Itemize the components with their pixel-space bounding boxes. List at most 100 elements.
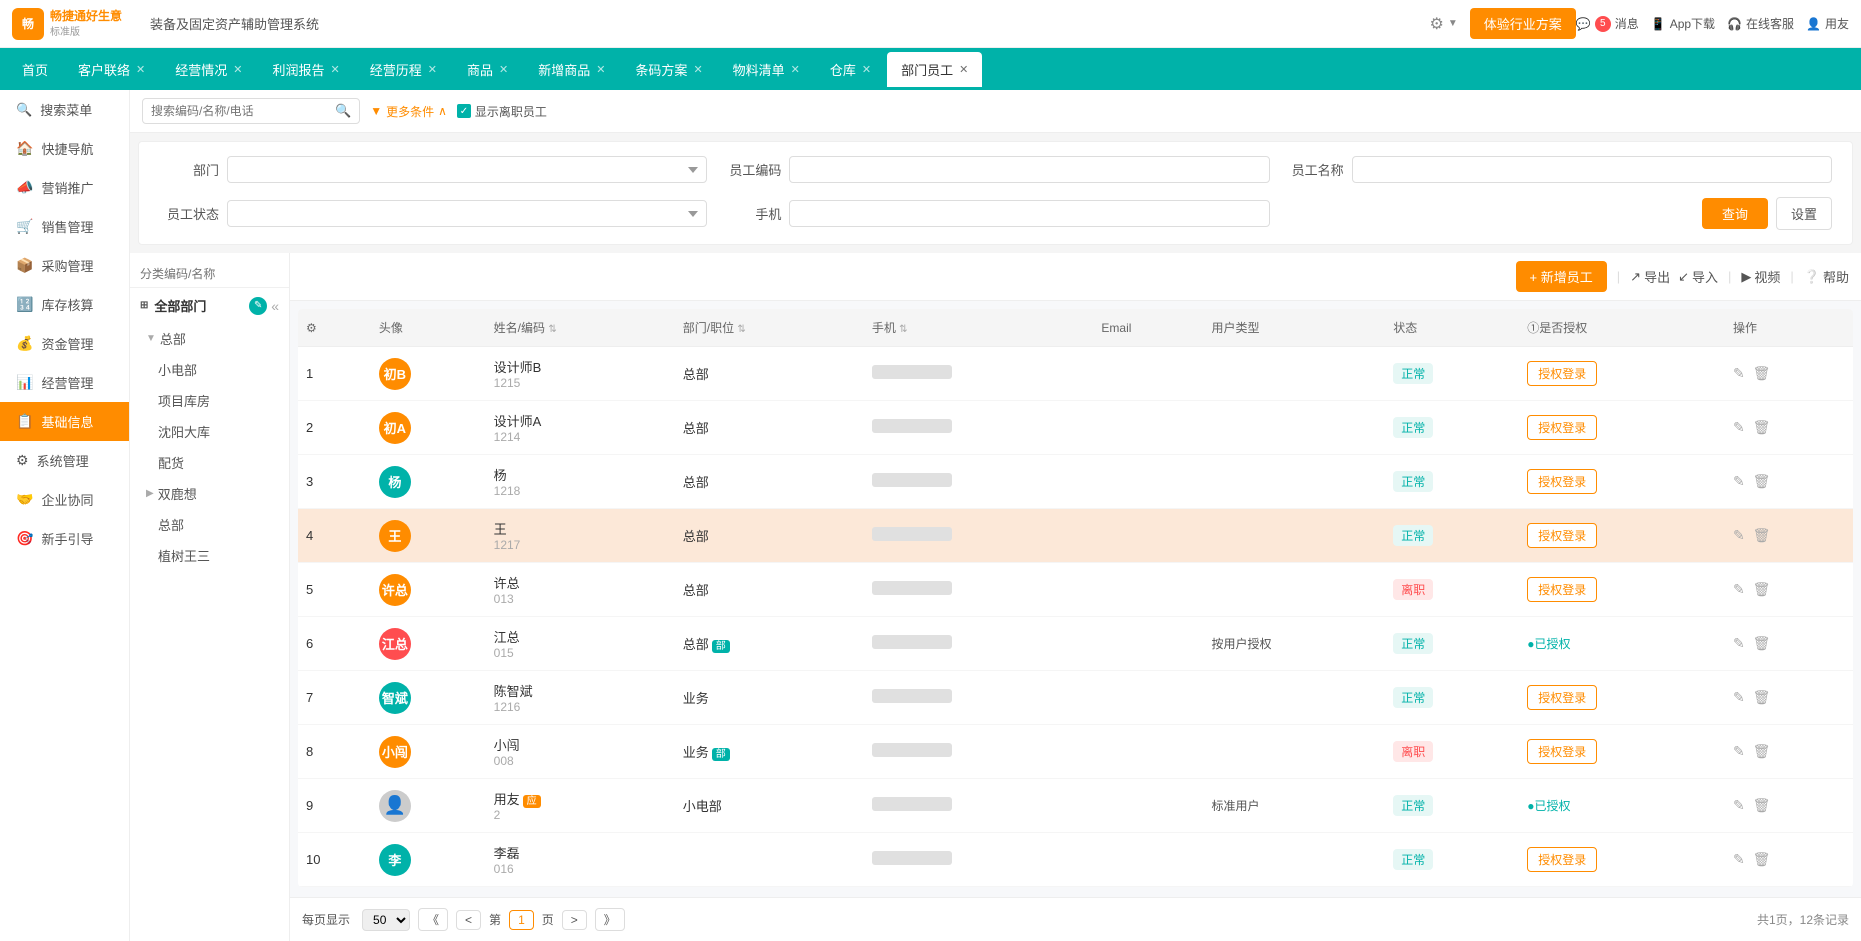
tab-customer[interactable]: 客户联络 ✕ — [64, 52, 159, 87]
sidebar-item-system[interactable]: ⚙ 系统管理 — [0, 441, 129, 480]
tab-barcode[interactable]: 条码方案 ✕ — [621, 52, 716, 87]
tab-warehouse[interactable]: 仓库 ✕ — [816, 52, 885, 87]
query-button[interactable]: 查询 — [1702, 198, 1768, 229]
dept-collapse-icon[interactable]: « — [271, 298, 279, 314]
dept-edit-icon[interactable]: ✎ — [249, 297, 267, 315]
tab-bom[interactable]: 物料清单 ✕ — [719, 52, 814, 87]
all-dept-label[interactable]: ⊞ 全部部门 — [140, 296, 206, 315]
dept-node-zongbu[interactable]: ▼ 总部 — [130, 323, 289, 354]
show-resigned-toggle[interactable]: ✓ 显示离职员工 — [457, 103, 547, 120]
dept-sub-node-xiaodibu[interactable]: 小电部 — [130, 354, 289, 385]
edit-icon[interactable]: ✎ — [1733, 797, 1745, 814]
dept-select[interactable] — [227, 156, 707, 183]
edit-icon[interactable]: ✎ — [1733, 743, 1745, 760]
col-settings[interactable]: ⚙ — [298, 309, 371, 347]
close-icon[interactable]: ✕ — [862, 63, 871, 76]
edit-icon[interactable]: ✎ — [1733, 851, 1745, 868]
online-service-button[interactable]: 🎧 在线客服 — [1727, 15, 1794, 32]
sidebar-item-finance[interactable]: 💰 资金管理 — [0, 324, 129, 363]
delete-icon[interactable]: 🗑 — [1753, 743, 1771, 760]
delete-icon[interactable]: 🗑 — [1753, 635, 1771, 652]
message-button[interactable]: 💬 5 消息 — [1576, 15, 1639, 32]
dept-node-shuanglu[interactable]: ▶ 双鹿想 — [130, 478, 289, 509]
more-conditions-button[interactable]: ▼ 更多条件 ∧ — [370, 103, 447, 120]
tab-history[interactable]: 经营历程 ✕ — [356, 52, 451, 87]
sidebar-item-inventory[interactable]: 🔢 库存核算 — [0, 285, 129, 324]
close-icon[interactable]: ✕ — [233, 63, 242, 76]
user-button[interactable]: 👤 用友 — [1806, 15, 1849, 32]
tab-home[interactable]: 首页 — [8, 52, 62, 87]
sidebar-search[interactable]: 🔍 搜索菜单 — [0, 90, 129, 129]
emp-status-select[interactable] — [227, 200, 707, 227]
close-icon[interactable]: ✕ — [791, 63, 800, 76]
settings-icon[interactable]: ⚙ — [1430, 14, 1444, 34]
dept-sub-node-project[interactable]: 项目库房 — [130, 385, 289, 416]
sidebar-item-marketing[interactable]: 📣 营销推广 — [0, 168, 129, 207]
last-page-button[interactable]: 》 — [595, 908, 625, 931]
sidebar-item-sales[interactable]: 🛒 销售管理 — [0, 207, 129, 246]
sidebar-item-collab[interactable]: 🤝 企业协同 — [0, 480, 129, 519]
filter-settings-button[interactable]: 设置 — [1776, 197, 1832, 230]
edit-icon[interactable]: ✎ — [1733, 419, 1745, 436]
delete-icon[interactable]: 🗑 — [1753, 581, 1771, 598]
export-button[interactable]: ↗ 导出 — [1630, 267, 1670, 286]
phone-input[interactable] — [789, 200, 1269, 227]
emp-code-input[interactable] — [789, 156, 1269, 183]
auth-button[interactable]: 授权登录 — [1527, 523, 1597, 548]
help-button[interactable]: ❔ 帮助 — [1804, 267, 1849, 286]
auth-button[interactable]: 授权登录 — [1527, 739, 1597, 764]
dept-search-input[interactable] — [140, 267, 290, 281]
app-download-button[interactable]: 📱 App下载 — [1651, 15, 1715, 32]
first-page-button[interactable]: 《 — [418, 908, 448, 931]
prev-page-button[interactable]: < — [456, 910, 481, 930]
dept-sub-node-zhushu[interactable]: 植树王三 — [130, 540, 289, 571]
col-phone[interactable]: 手机 ⇅ — [864, 309, 1094, 347]
delete-icon[interactable]: 🗑 — [1753, 527, 1771, 544]
add-employee-button[interactable]: + 新增员工 — [1516, 261, 1607, 292]
dept-sub-node-shenyang[interactable]: 沈阳大库 — [130, 416, 289, 447]
sidebar-item-guide[interactable]: 🎯 新手引导 — [0, 519, 129, 558]
tab-department[interactable]: 部门员工 ✕ — [887, 52, 982, 87]
delete-icon[interactable]: 🗑 — [1753, 689, 1771, 706]
edit-icon[interactable]: ✎ — [1733, 473, 1745, 490]
close-icon[interactable]: ✕ — [596, 63, 605, 76]
auth-button[interactable]: 授权登录 — [1527, 685, 1597, 710]
close-icon[interactable]: ✕ — [499, 63, 508, 76]
tab-business[interactable]: 经营情况 ✕ — [161, 52, 256, 87]
auth-button[interactable]: 授权登录 — [1527, 469, 1597, 494]
dept-sub-node-zongbu2[interactable]: 总部 — [130, 509, 289, 540]
edit-icon[interactable]: ✎ — [1733, 581, 1745, 598]
tab-profit[interactable]: 利润报告 ✕ — [258, 52, 353, 87]
emp-name-input[interactable] — [1352, 156, 1832, 183]
page-size-select[interactable]: 50 — [362, 909, 410, 931]
sidebar-item-purchase[interactable]: 📦 采购管理 — [0, 246, 129, 285]
close-icon[interactable]: ✕ — [136, 63, 145, 76]
close-icon[interactable]: ✕ — [428, 63, 437, 76]
edit-icon[interactable]: ✎ — [1733, 689, 1745, 706]
next-page-button[interactable]: > — [562, 910, 587, 930]
close-icon[interactable]: ✕ — [331, 63, 340, 76]
col-dept[interactable]: 部门/职位 ⇅ — [675, 309, 864, 347]
auth-button[interactable]: 授权登录 — [1527, 847, 1597, 872]
trial-button[interactable]: 体验行业方案 — [1470, 8, 1576, 39]
tab-goods[interactable]: 商品 ✕ — [453, 52, 522, 87]
delete-icon[interactable]: 🗑 — [1753, 851, 1771, 868]
auth-button[interactable]: 授权登录 — [1527, 415, 1597, 440]
video-button[interactable]: ▶ 视频 — [1741, 267, 1780, 286]
import-button[interactable]: ↙ 导入 — [1678, 267, 1718, 286]
edit-icon[interactable]: ✎ — [1733, 635, 1745, 652]
close-icon[interactable]: ✕ — [959, 63, 968, 76]
dept-sub-node-peihuo[interactable]: 配货 — [130, 447, 289, 478]
delete-icon[interactable]: 🗑 — [1753, 473, 1771, 490]
auth-button[interactable]: 授权登录 — [1527, 577, 1597, 602]
search-input[interactable] — [151, 104, 331, 118]
sidebar-item-quicknav[interactable]: 🏠 快捷导航 — [0, 129, 129, 168]
delete-icon[interactable]: 🗑 — [1753, 797, 1771, 814]
sidebar-item-basic-info[interactable]: 📋 基础信息 — [0, 402, 129, 441]
delete-icon[interactable]: 🗑 — [1753, 419, 1771, 436]
edit-icon[interactable]: ✎ — [1733, 527, 1745, 544]
close-icon[interactable]: ✕ — [693, 63, 702, 76]
tab-new-goods[interactable]: 新增商品 ✕ — [524, 52, 619, 87]
col-name[interactable]: 姓名/编码 ⇅ — [486, 309, 675, 347]
auth-button[interactable]: 授权登录 — [1527, 361, 1597, 386]
